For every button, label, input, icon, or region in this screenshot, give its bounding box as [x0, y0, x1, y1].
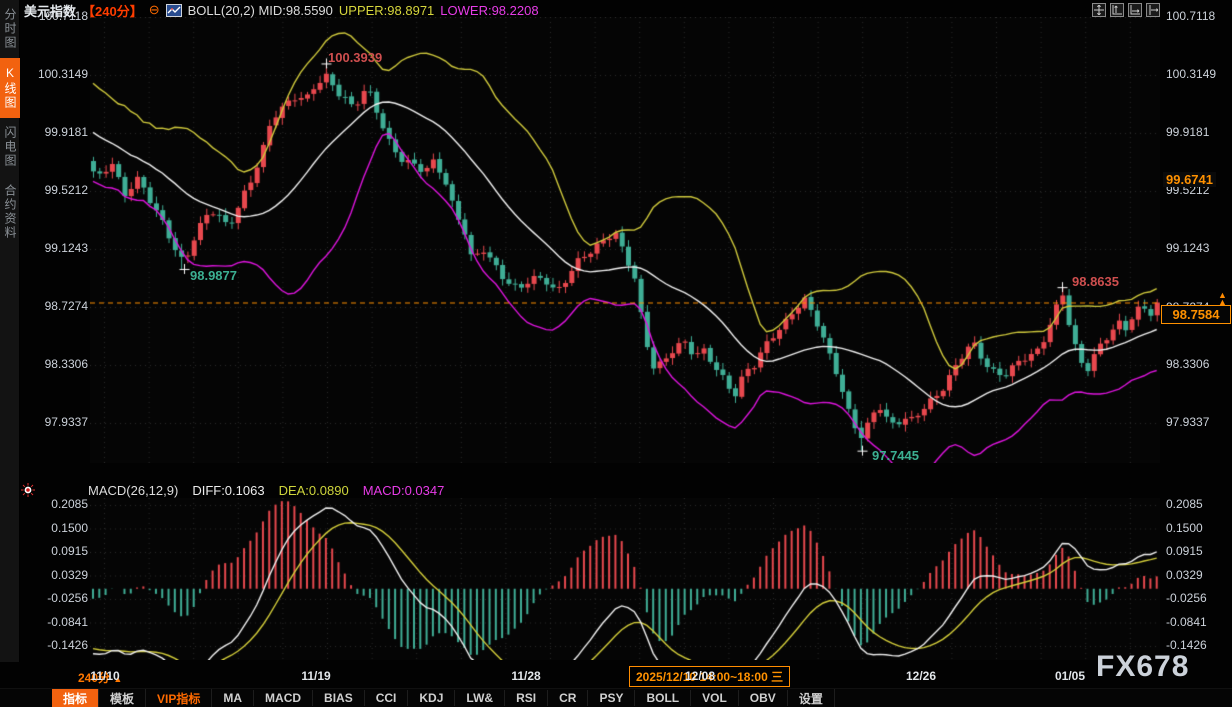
x-scale-icon[interactable] [1128, 3, 1142, 17]
axis-label: 98.3306 [1166, 357, 1209, 371]
chart-header: 美元指数 【240分】 ⊖ BOLL(20,2) MID:98.5590 UPP… [24, 2, 539, 18]
axis-label: 0.1500 [1166, 521, 1203, 535]
toolbar-button-OBV[interactable]: OBV [739, 690, 788, 706]
axis-label: 100.3149 [1166, 67, 1216, 81]
toolbar-button-BIAS[interactable]: BIAS [313, 690, 365, 706]
axis-label: 0.2085 [1166, 497, 1203, 511]
shift-right-icon[interactable] [1146, 3, 1160, 17]
axis-label: -0.0256 [1166, 591, 1207, 605]
x-tick-label: 12/08 [685, 669, 715, 683]
symbol-name: 美元指数 [24, 1, 76, 20]
axis-label: 99.1243 [1166, 241, 1209, 255]
macd-header: MACD(26,12,9) DIFF:0.1063 DEA:0.0890 MAC… [88, 483, 444, 498]
sidebar-tab-2[interactable]: 闪电图 [0, 118, 20, 176]
axis-label: 0.0915 [36, 544, 88, 558]
window-icons [1092, 3, 1160, 17]
axis-label: 100.3149 [36, 67, 88, 81]
watermark: FX678 [1096, 650, 1189, 684]
axis-label: 98.7274 [36, 299, 88, 313]
toolbar-button-LW&[interactable]: LW& [455, 690, 505, 706]
current-price-box: 98.7584 [1161, 305, 1231, 324]
toolbar-button-模板[interactable]: 模板 [99, 689, 146, 707]
axis-label: 97.9337 [1166, 415, 1209, 429]
toolbar-button-BOLL[interactable]: BOLL [635, 690, 691, 706]
axis-label: 100.7118 [1166, 9, 1215, 23]
axis-label: -0.1426 [36, 638, 88, 652]
low-annotation: 97.7445 [872, 448, 919, 463]
main-chart-canvas[interactable] [90, 17, 1160, 463]
macd-diff-label: DIFF:0.1063 [192, 483, 264, 498]
y-scale-icon[interactable] [1110, 3, 1124, 17]
toolbar-button-设置[interactable]: 设置 [788, 689, 835, 707]
axis-label: 0.1500 [36, 521, 88, 535]
realtime-indicator-icon[interactable] [21, 483, 35, 502]
indicator-toolbar: 指标模板VIP指标MAMACDBIASCCIKDJLW&RSICRPSYBOLL… [0, 688, 1232, 707]
sidebar-tab-1[interactable]: K线图 [0, 58, 20, 118]
macd-title: MACD(26,12,9) [88, 483, 178, 498]
axis-label: -0.0256 [36, 591, 88, 605]
toolbar-button-RSI[interactable]: RSI [505, 690, 548, 706]
boll-lower-label: LOWER:98.2208 [440, 3, 538, 18]
high-annotation: 98.8635 [1072, 274, 1119, 289]
boll-upper-label: UPPER:98.8971 [339, 3, 434, 18]
macd-macd-label: MACD:0.0347 [363, 483, 445, 498]
toolbar-button-指标[interactable]: 指标 [52, 689, 99, 707]
sidebar-tab-3[interactable]: 合约资料 [0, 176, 20, 248]
x-tick-label: 11/28 [511, 669, 540, 683]
high-annotation: 100.3939 [328, 50, 382, 65]
x-tick-label: 12/26 [906, 669, 936, 683]
x-tick-label: 11/19 [301, 669, 330, 683]
sidebar-tab-0[interactable]: 分时图 [0, 0, 20, 58]
toolbar-button-MACD[interactable]: MACD [254, 690, 313, 706]
x-axis: 240分 ▲ 2025/12/10 14:00~18:00 三 11/1011/… [0, 663, 1232, 688]
axis-label: 99.9181 [36, 125, 88, 139]
chart-type-icon[interactable] [166, 4, 182, 17]
axis-label: 0.2085 [36, 497, 88, 511]
toolbar-button-VOL[interactable]: VOL [691, 690, 739, 706]
axis-label: -0.0841 [36, 615, 88, 629]
boll-mid-label: BOLL(20,2) MID:98.5590 [188, 3, 333, 18]
axis-label: 99.9181 [1166, 125, 1209, 139]
collapse-icon[interactable]: ⊖ [149, 2, 160, 18]
toolbar-button-KDJ[interactable]: KDJ [408, 690, 455, 706]
low-annotation: 98.9877 [190, 268, 237, 283]
toolbar-button-PSY[interactable]: PSY [588, 690, 635, 706]
toolbar-button-CCI[interactable]: CCI [365, 690, 409, 706]
toolbar-button-CR[interactable]: CR [548, 690, 588, 706]
axis-label: 0.0329 [1166, 568, 1203, 582]
macd-chart-canvas[interactable] [90, 498, 1160, 660]
chart-application: 分时图K线图闪电图合约资料 美元指数 【240分】 ⊖ BOLL(20,2) M… [0, 0, 1232, 707]
macd-dea-label: DEA:0.0890 [279, 483, 349, 498]
toolbar-button-MA[interactable]: MA [212, 690, 254, 706]
period-tag: 【240分】 [82, 1, 143, 20]
axis-label: 99.1243 [36, 241, 88, 255]
price-up-arrow-icon: ▲▲ [1218, 292, 1227, 306]
axis-label: 0.0915 [1166, 544, 1203, 558]
x-tick-label: 11/10 [90, 669, 119, 683]
toolbar-button-VIP指标[interactable]: VIP指标 [146, 689, 212, 707]
axis-label: 0.0329 [36, 568, 88, 582]
axis-label: 99.5212 [36, 183, 88, 197]
axis-label: 98.3306 [36, 357, 88, 371]
x-tick-label: 01/05 [1055, 669, 1085, 683]
move-icon[interactable] [1092, 3, 1106, 17]
sidebar: 分时图K线图闪电图合约资料 [0, 0, 20, 662]
axis-label: 97.9337 [36, 415, 88, 429]
marked-price-label: 99.6741 [1163, 172, 1216, 187]
axis-label: -0.0841 [1166, 615, 1207, 629]
